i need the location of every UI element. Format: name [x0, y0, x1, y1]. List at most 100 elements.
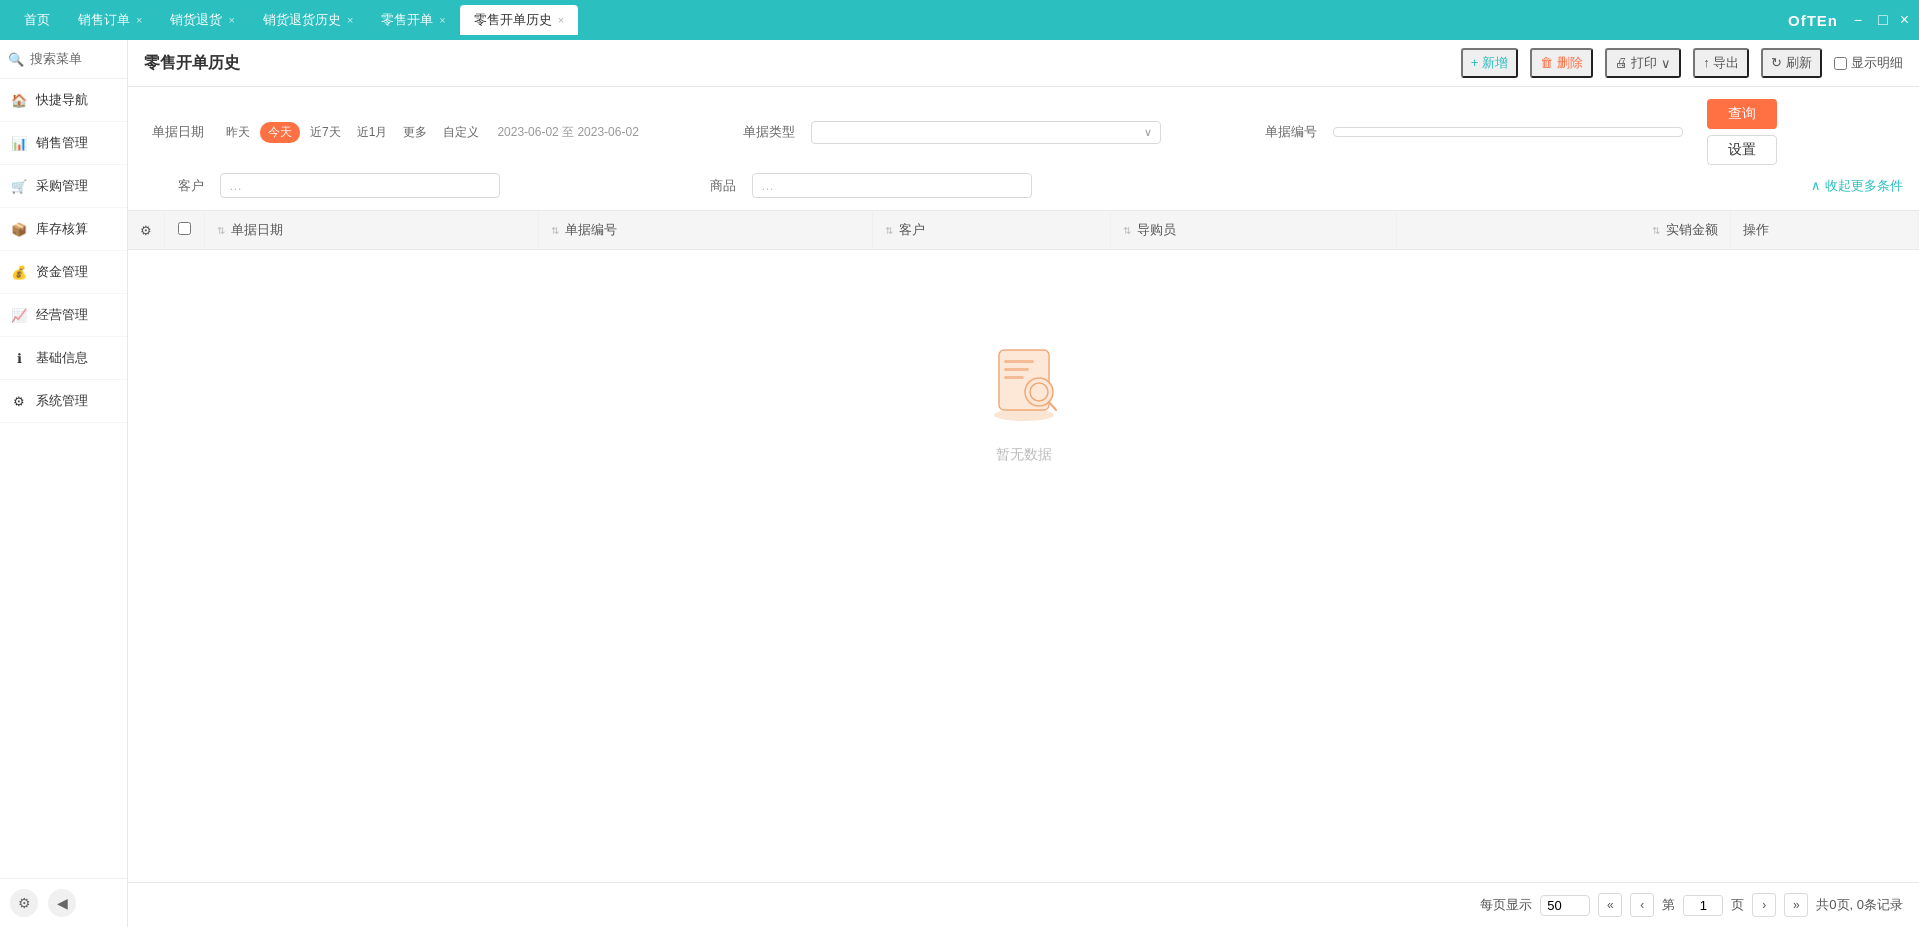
query-button[interactable]: 查询: [1707, 99, 1777, 129]
tab-return-history-label: 销货退货历史: [263, 11, 341, 29]
delete-button[interactable]: 🗑 删除: [1530, 48, 1593, 78]
tab-return-history-close[interactable]: ×: [347, 14, 353, 26]
sidebar-item-system[interactable]: ⚙ 系统管理: [0, 380, 127, 423]
svg-line-7: [1049, 402, 1056, 410]
th-salesperson[interactable]: ⇅ 导购员: [1111, 211, 1397, 250]
tab-retail[interactable]: 零售开单 ×: [367, 5, 459, 35]
tab-retail-history[interactable]: 零售开单历史 ×: [460, 5, 578, 35]
prev-page-button[interactable]: ‹: [1630, 893, 1654, 917]
add-button[interactable]: + 新增: [1461, 48, 1518, 78]
sidebar-item-purchase[interactable]: 🛒 采购管理: [0, 165, 127, 208]
customer-input[interactable]: …: [220, 173, 500, 198]
th-amount[interactable]: ⇅ 实销金额: [1397, 211, 1731, 250]
arrow-left-icon: ◀: [57, 895, 68, 911]
page-suffix: 页: [1731, 896, 1744, 914]
sidebar-item-label-7: 系统管理: [36, 392, 88, 410]
empty-icon: [974, 330, 1074, 430]
tab-sales-order-close[interactable]: ×: [136, 14, 142, 26]
filter-settings-button[interactable]: 设置: [1707, 135, 1777, 165]
tab-sales-order[interactable]: 销售订单 ×: [64, 5, 156, 35]
window-close[interactable]: ×: [1900, 11, 1909, 29]
sort-icon-amount: ⇅: [1652, 225, 1660, 236]
show-detail-input[interactable]: [1834, 57, 1847, 70]
sidebar-item-label-4: 资金管理: [36, 263, 88, 281]
next-page-button[interactable]: ›: [1752, 893, 1776, 917]
th-salesperson-label: 导购员: [1137, 222, 1176, 237]
sidebar-item-sales[interactable]: 📊 销售管理: [0, 122, 127, 165]
sidebar-collapse-button[interactable]: ◀: [48, 889, 76, 917]
goods-filter-label: 商品: [676, 177, 736, 195]
tab-home[interactable]: 首页: [10, 5, 64, 35]
tab-return-close[interactable]: ×: [228, 14, 234, 26]
show-detail-label: 显示明细: [1851, 54, 1903, 72]
date-btn-more[interactable]: 更多: [397, 122, 433, 143]
tab-return[interactable]: 销货退货 ×: [156, 5, 248, 35]
th-doc-date[interactable]: ⇅ 单据日期: [205, 211, 539, 250]
sidebar-search-label: 搜索菜单: [30, 50, 82, 68]
window-maximize[interactable]: □: [1878, 11, 1888, 29]
content-area: 零售开单历史 + 新增 🗑 删除 🖨 打印 ∨ ↑ 导出 ↻ 刷新 显示明细: [128, 40, 1919, 927]
sidebar-gear-button[interactable]: ⚙: [10, 889, 38, 917]
delete-button-label: 🗑 删除: [1540, 54, 1583, 72]
filter-row-1: 单据日期 昨天 今天 近7天 近1月 更多 自定义 2023-06-02 至 2…: [144, 99, 1903, 165]
sidebar-item-label-1: 销售管理: [36, 134, 88, 152]
print-dropdown-icon: ∨: [1661, 56, 1671, 71]
date-btn-1month[interactable]: 近1月: [351, 122, 394, 143]
th-doc-num[interactable]: ⇅ 单据编号: [538, 211, 872, 250]
export-button[interactable]: ↑ 导出: [1693, 48, 1749, 78]
sort-icon-customer: ⇅: [885, 225, 893, 236]
sort-icon-doc-date: ⇅: [217, 225, 225, 236]
th-checkbox[interactable]: [165, 211, 205, 250]
first-page-button[interactable]: «: [1598, 893, 1622, 917]
sidebar-item-basic-info[interactable]: ℹ 基础信息: [0, 337, 127, 380]
doc-num-input[interactable]: [1333, 127, 1683, 137]
select-all-checkbox[interactable]: [178, 222, 191, 235]
current-page-input[interactable]: [1683, 895, 1723, 916]
sidebar-item-label-3: 库存核算: [36, 220, 88, 238]
date-btn-custom[interactable]: 自定义: [437, 122, 485, 143]
doc-type-select[interactable]: ∨: [811, 121, 1161, 144]
operations-icon: 📈: [10, 306, 28, 324]
sidebar-item-finance[interactable]: 💰 资金管理: [0, 251, 127, 294]
sidebar-item-quick-nav[interactable]: 🏠 快捷导航: [0, 79, 127, 122]
th-customer[interactable]: ⇅ 客户: [872, 211, 1110, 250]
tab-retail-close[interactable]: ×: [439, 14, 445, 26]
collapse-button[interactable]: ∧ 收起更多条件: [1811, 177, 1903, 195]
refresh-button[interactable]: ↻ 刷新: [1761, 48, 1822, 78]
print-button[interactable]: 🖨 打印 ∨: [1605, 48, 1682, 78]
th-customer-label: 客户: [899, 222, 925, 237]
page-label: 第: [1662, 896, 1675, 914]
tab-retail-label: 零售开单: [381, 11, 433, 29]
date-btn-yesterday[interactable]: 昨天: [220, 122, 256, 143]
per-page-label: 每页显示: [1480, 896, 1532, 914]
th-settings[interactable]: ⚙: [128, 211, 165, 250]
goods-input[interactable]: …: [752, 173, 1032, 198]
last-page-button[interactable]: »: [1784, 893, 1808, 917]
tab-retail-history-close[interactable]: ×: [558, 14, 564, 26]
sidebar-item-inventory[interactable]: 📦 库存核算: [0, 208, 127, 251]
settings-icon: ⚙: [140, 223, 152, 238]
goods-placeholder: …: [761, 178, 774, 193]
basic-info-icon: ℹ: [10, 349, 28, 367]
system-icon: ⚙: [10, 392, 28, 410]
th-doc-num-label: 单据编号: [565, 222, 617, 237]
main-layout: 🔍 搜索菜单 🏠 快捷导航 📊 销售管理 🛒 采购管理 📦 库存核算 💰 资金管…: [0, 40, 1919, 927]
print-button-label: 🖨 打印: [1615, 54, 1658, 72]
filter-row-2: 客户 … 商品 … ∧ 收起更多条件: [144, 173, 1903, 198]
date-btn-7days[interactable]: 近7天: [304, 122, 347, 143]
tab-return-label: 销货退货: [170, 11, 222, 29]
sidebar-item-operations[interactable]: 📈 经营管理: [0, 294, 127, 337]
sidebar-search[interactable]: 🔍 搜索菜单: [0, 40, 127, 79]
show-detail-checkbox[interactable]: 显示明细: [1834, 54, 1903, 72]
empty-text: 暂无数据: [996, 446, 1052, 464]
th-doc-date-label: 单据日期: [231, 222, 283, 237]
date-btn-today[interactable]: 今天: [260, 122, 300, 143]
per-page-select[interactable]: 50 10 20 100: [1540, 895, 1590, 916]
window-minimize[interactable]: －: [1850, 10, 1866, 31]
doc-type-arrow-icon: ∨: [1144, 126, 1152, 139]
collapse-icon: ∧: [1811, 178, 1821, 193]
next-page-icon: ›: [1762, 898, 1766, 912]
topbar-right: OfTEn － □ ×: [1788, 10, 1909, 31]
tab-return-history[interactable]: 销货退货历史 ×: [249, 5, 367, 35]
svg-rect-4: [1004, 376, 1024, 379]
